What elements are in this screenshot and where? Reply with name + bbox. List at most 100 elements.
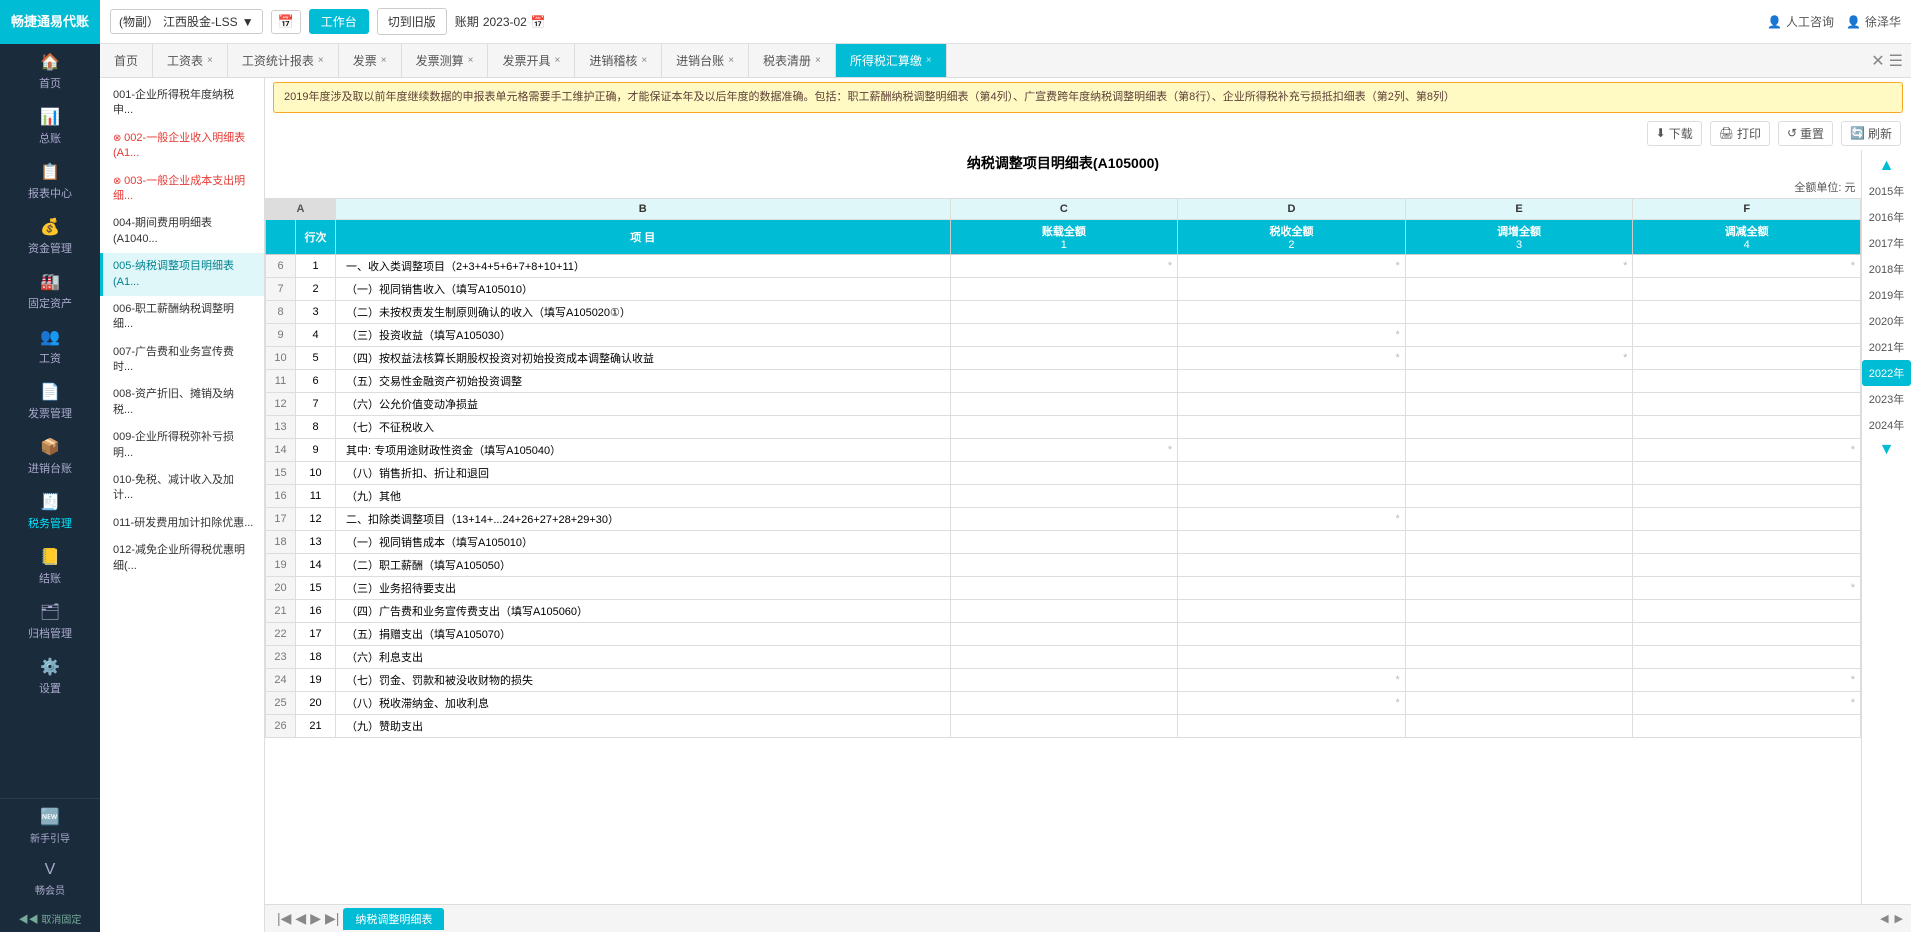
sidebar-item-payroll[interactable]: 👥 工资: [0, 319, 100, 374]
tax-cell[interactable]: [1178, 300, 1406, 323]
zaizai-cell[interactable]: [950, 300, 1178, 323]
sidebar-item-archive[interactable]: 🗂 归档管理: [0, 594, 100, 649]
tab-audit-close[interactable]: ×: [641, 55, 647, 66]
tab-payroll-stats-close[interactable]: ×: [318, 55, 324, 66]
year-2017[interactable]: 2017年: [1862, 230, 1911, 256]
zaizai-cell[interactable]: [950, 461, 1178, 484]
item-content[interactable]: （八）销售折扣、折让和退回: [336, 461, 951, 484]
hang-number[interactable]: 6: [296, 369, 336, 392]
tab-invoice-calc-close[interactable]: ×: [468, 55, 474, 66]
hang-number[interactable]: 17: [296, 622, 336, 645]
zaizai-cell[interactable]: [950, 392, 1178, 415]
tax-cell[interactable]: [1178, 553, 1406, 576]
tax-cell[interactable]: [1178, 484, 1406, 507]
hang-number[interactable]: 7: [296, 392, 336, 415]
item-content[interactable]: 二、扣除类调整项目（13+14+...24+26+27+28+29+30）: [336, 507, 951, 530]
calendar-icon[interactable]: 📅: [531, 15, 546, 29]
sheet-nav-first[interactable]: |◀: [277, 910, 291, 927]
tax-cell[interactable]: [1178, 622, 1406, 645]
item-content[interactable]: （二）未按权责发生制原则确认的收入（填写A105020①）: [336, 300, 951, 323]
reduce-cell[interactable]: [1633, 714, 1861, 737]
refresh-button[interactable]: 🔄 刷新: [1841, 121, 1901, 146]
zaizai-cell[interactable]: [950, 553, 1178, 576]
tax-cell[interactable]: [1178, 530, 1406, 553]
form-list-item-010[interactable]: 010-免税、减计收入及加计...: [100, 467, 264, 510]
add-cell[interactable]: [1405, 622, 1633, 645]
form-list-item-009[interactable]: 009-企业所得税弥补亏损明...: [100, 424, 264, 467]
year-2020[interactable]: 2020年: [1862, 308, 1911, 334]
workbench-button[interactable]: 工作台: [309, 9, 369, 34]
zaizai-cell[interactable]: [950, 323, 1178, 346]
zaizai-cell[interactable]: [950, 507, 1178, 530]
add-cell[interactable]: [1405, 507, 1633, 530]
add-cell[interactable]: [1405, 576, 1633, 599]
item-content[interactable]: （三）业务招待要支出: [336, 576, 951, 599]
hang-number[interactable]: 19: [296, 668, 336, 691]
year-2023[interactable]: 2023年: [1862, 386, 1911, 412]
print-button[interactable]: 🖨 打印: [1710, 121, 1770, 146]
add-cell[interactable]: [1405, 714, 1633, 737]
add-cell[interactable]: [1405, 645, 1633, 668]
zaizai-cell[interactable]: *: [950, 438, 1178, 461]
sheet-nav-next[interactable]: ▶: [310, 910, 321, 927]
item-content[interactable]: （一）视同销售成本（填写A105010）: [336, 530, 951, 553]
reduce-cell[interactable]: *: [1633, 576, 1861, 599]
sidebar-item-invoice[interactable]: 📄 发票管理: [0, 374, 100, 429]
hang-number[interactable]: 15: [296, 576, 336, 599]
zaizai-cell[interactable]: [950, 530, 1178, 553]
year-2021[interactable]: 2021年: [1862, 334, 1911, 360]
year-down-button[interactable]: ▼: [1876, 438, 1898, 462]
zaizai-cell[interactable]: [950, 714, 1178, 737]
item-content[interactable]: 其中: 专项用途财政性资金（填写A105040）: [336, 438, 951, 461]
consult-button[interactable]: 👤 人工咨询: [1767, 13, 1834, 30]
form-list-item-011[interactable]: 011-研发费用加计扣除优惠...: [100, 510, 264, 537]
reduce-cell[interactable]: [1633, 530, 1861, 553]
zaizai-cell[interactable]: [950, 415, 1178, 438]
item-content[interactable]: （四）广告费和业务宣传费支出（填写A105060）: [336, 599, 951, 622]
item-content[interactable]: （九）赞助支出: [336, 714, 951, 737]
item-content[interactable]: （二）职工薪酬（填写A105050）: [336, 553, 951, 576]
download-button[interactable]: ⬇ 下载: [1647, 121, 1702, 146]
add-cell[interactable]: *: [1405, 346, 1633, 369]
reduce-cell[interactable]: [1633, 622, 1861, 645]
form-list-item-005[interactable]: 005-纳税调整项目明细表(A1...: [100, 253, 264, 296]
reduce-cell[interactable]: [1633, 645, 1861, 668]
add-cell[interactable]: [1405, 300, 1633, 323]
zaizai-cell[interactable]: [950, 576, 1178, 599]
tax-cell[interactable]: *: [1178, 254, 1406, 277]
sheet-tab-main[interactable]: 纳税调整明细表: [343, 908, 444, 930]
reduce-cell[interactable]: [1633, 484, 1861, 507]
item-content[interactable]: （九）其他: [336, 484, 951, 507]
tab-tax-settle[interactable]: 所得税汇算缴 ×: [836, 44, 947, 77]
tax-cell[interactable]: [1178, 599, 1406, 622]
reduce-cell[interactable]: *: [1633, 668, 1861, 691]
hang-number[interactable]: 4: [296, 323, 336, 346]
zaizai-cell[interactable]: [950, 484, 1178, 507]
sidebar-item-close[interactable]: 📒 结账: [0, 539, 100, 594]
add-cell[interactable]: [1405, 530, 1633, 553]
hang-number[interactable]: 14: [296, 553, 336, 576]
add-cell[interactable]: [1405, 323, 1633, 346]
tax-cell[interactable]: *: [1178, 346, 1406, 369]
sidebar-item-inventory[interactable]: 📦 进销台账: [0, 429, 100, 484]
old-version-button[interactable]: 切到旧版: [377, 8, 447, 35]
tax-cell[interactable]: [1178, 461, 1406, 484]
add-cell[interactable]: [1405, 369, 1633, 392]
tax-cell[interactable]: [1178, 277, 1406, 300]
hang-number[interactable]: 11: [296, 484, 336, 507]
year-2019[interactable]: 2019年: [1862, 282, 1911, 308]
sidebar-item-home[interactable]: 🏠 首页: [0, 44, 100, 99]
year-2018[interactable]: 2018年: [1862, 256, 1911, 282]
hang-number[interactable]: 21: [296, 714, 336, 737]
item-content[interactable]: （六）公允价值变动净损益: [336, 392, 951, 415]
tab-invoice-issue[interactable]: 发票开具 ×: [488, 44, 575, 77]
tax-cell[interactable]: *: [1178, 668, 1406, 691]
form-list-item-008[interactable]: 008-资产折旧、摊销及纳税...: [100, 381, 264, 424]
item-content[interactable]: （七）不征税收入: [336, 415, 951, 438]
add-cell[interactable]: [1405, 392, 1633, 415]
year-2024[interactable]: 2024年: [1862, 412, 1911, 438]
zaizai-cell[interactable]: [950, 622, 1178, 645]
reduce-cell[interactable]: [1633, 392, 1861, 415]
tab-home[interactable]: 首页: [100, 44, 153, 77]
reduce-cell[interactable]: *: [1633, 438, 1861, 461]
